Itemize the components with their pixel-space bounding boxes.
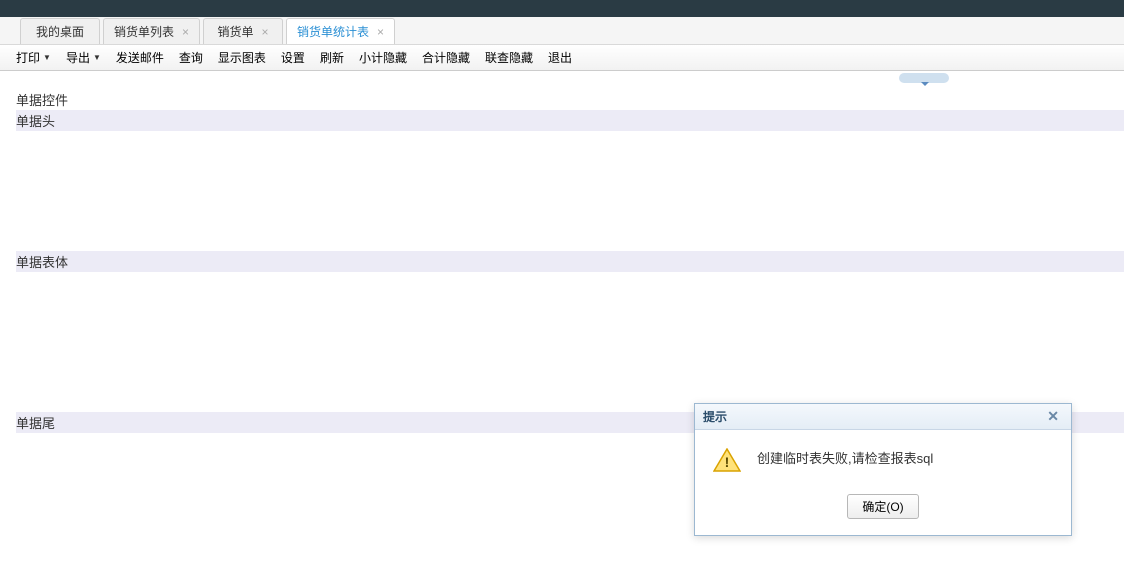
chevron-down-icon: ▼ (43, 53, 51, 62)
close-icon[interactable]: × (182, 25, 189, 39)
total-hide-label: 合计隐藏 (422, 49, 470, 66)
ok-button[interactable]: 确定(O) (847, 494, 918, 519)
export-menu[interactable]: 导出 ▼ (66, 49, 101, 66)
alert-dialog: 提示 ✕ ! 创建临时表失败,请检查报表sql 确定(O) (694, 403, 1072, 536)
settings-label: 设置 (281, 49, 305, 66)
close-icon[interactable]: ✕ (1043, 408, 1063, 425)
dialog-title: 提示 (703, 408, 727, 425)
dialog-footer: 确定(O) (695, 482, 1071, 535)
send-mail-label: 发送邮件 (116, 49, 164, 66)
close-icon[interactable]: × (377, 25, 384, 39)
refresh-label: 刷新 (320, 49, 344, 66)
print-menu[interactable]: 打印 ▼ (16, 49, 51, 66)
show-chart-label: 显示图表 (218, 49, 266, 66)
toolbar: 打印 ▼ 导出 ▼ 发送邮件 查询 显示图表 设置 刷新 小计隐藏 合计隐藏 联… (0, 45, 1124, 71)
dialog-message: 创建临时表失败,请检查报表sql (757, 448, 933, 467)
tab-desktop[interactable]: 我的桌面 (20, 18, 100, 44)
section-header: 单据头 (16, 110, 1124, 131)
chevron-down-icon: ▼ (93, 53, 101, 62)
query-label: 查询 (179, 49, 203, 66)
tab-label: 销货单统计表 (297, 23, 369, 40)
total-hide-button[interactable]: 合计隐藏 (422, 49, 470, 66)
linked-hide-label: 联查隐藏 (485, 49, 533, 66)
settings-button[interactable]: 设置 (281, 49, 305, 66)
close-icon[interactable]: × (262, 25, 269, 39)
refresh-button[interactable]: 刷新 (320, 49, 344, 66)
warning-icon: ! (713, 448, 741, 472)
ok-label: 确定(O) (862, 500, 903, 514)
tab-sales-list[interactable]: 销货单列表 × (103, 18, 200, 44)
print-label: 打印 (16, 49, 40, 66)
tab-sales-stats[interactable]: 销货单统计表 × (286, 18, 395, 44)
tab-label: 销货单 (218, 23, 254, 40)
section-control: 单据控件 (16, 89, 1124, 110)
subtotal-hide-label: 小计隐藏 (359, 49, 407, 66)
dropdown-indicator[interactable] (899, 73, 949, 83)
tab-label: 我的桌面 (36, 23, 84, 40)
show-chart-button[interactable]: 显示图表 (218, 49, 266, 66)
subtotal-hide-button[interactable]: 小计隐藏 (359, 49, 407, 66)
tabs-bar: 我的桌面 销货单列表 × 销货单 × 销货单统计表 × (0, 17, 1124, 45)
exit-button[interactable]: 退出 (548, 49, 572, 66)
tab-sales-order[interactable]: 销货单 × (203, 18, 283, 44)
header-area (16, 131, 1124, 251)
linked-hide-button[interactable]: 联查隐藏 (485, 49, 533, 66)
tab-label: 销货单列表 (114, 23, 174, 40)
body-area (16, 272, 1124, 412)
app-top-strip (0, 0, 1124, 17)
send-mail-button[interactable]: 发送邮件 (116, 49, 164, 66)
query-button[interactable]: 查询 (179, 49, 203, 66)
svg-text:!: ! (725, 454, 730, 470)
dialog-body: ! 创建临时表失败,请检查报表sql (695, 430, 1071, 482)
dialog-titlebar[interactable]: 提示 ✕ (695, 404, 1071, 430)
section-body: 单据表体 (16, 251, 1124, 272)
export-label: 导出 (66, 49, 90, 66)
exit-label: 退出 (548, 49, 572, 66)
